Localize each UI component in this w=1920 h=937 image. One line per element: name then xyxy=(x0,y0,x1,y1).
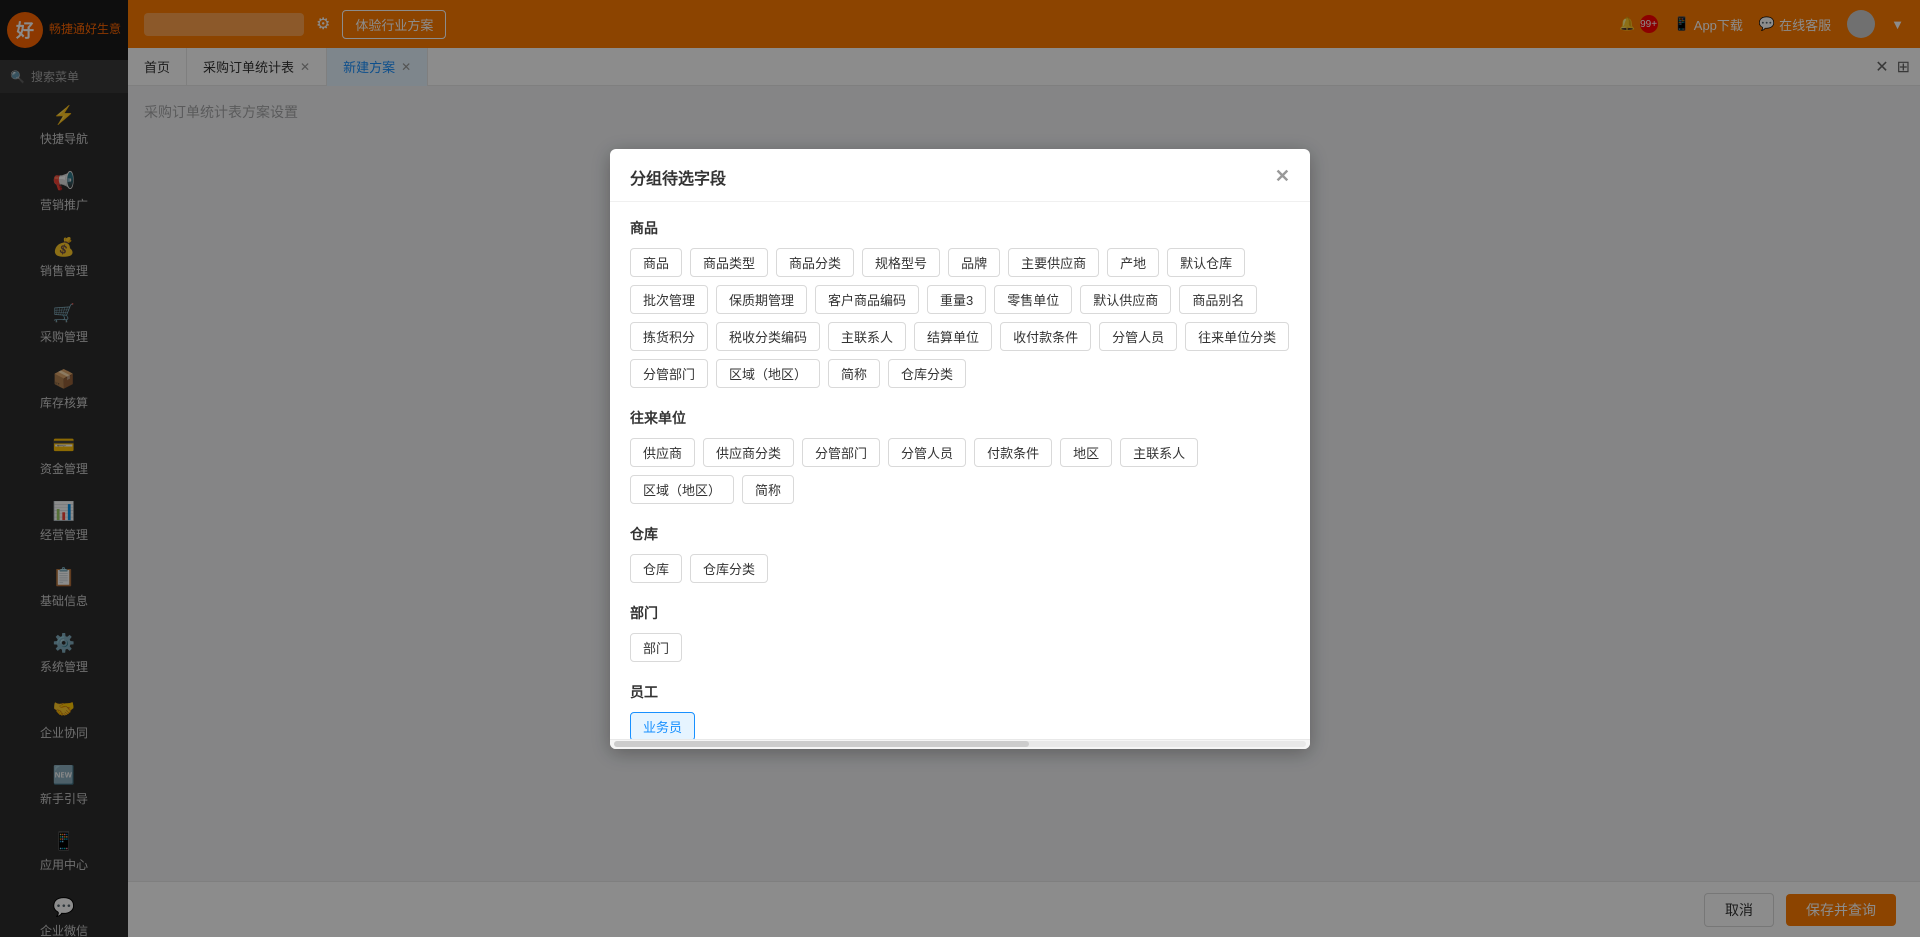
product-fields-grid: 商品 商品类型 商品分类 规格型号 品牌 主要供应商 产地 默认仓库 批次管理 … xyxy=(630,248,1290,388)
field-tag[interactable]: 部门 xyxy=(630,633,682,662)
field-tag[interactable]: 地区 xyxy=(1060,438,1112,467)
section-warehouse: 仓库 仓库 仓库分类 xyxy=(630,524,1290,583)
field-tag[interactable]: 商品别名 xyxy=(1179,285,1257,314)
warehouse-fields-grid: 仓库 仓库分类 xyxy=(630,554,1290,583)
field-tag[interactable]: 分管部门 xyxy=(802,438,880,467)
field-tag[interactable]: 品牌 xyxy=(948,248,1000,277)
field-tag[interactable]: 税收分类编码 xyxy=(716,322,820,351)
field-tag[interactable]: 结算单位 xyxy=(914,322,992,351)
modal-title: 分组待选字段 xyxy=(630,165,726,189)
field-tag[interactable]: 默认供应商 xyxy=(1080,285,1171,314)
field-tag[interactable]: 规格型号 xyxy=(862,248,940,277)
hscroll-thumb xyxy=(614,741,1029,747)
field-tag[interactable]: 默认仓库 xyxy=(1167,248,1245,277)
field-tag[interactable]: 客户商品编码 xyxy=(815,285,919,314)
field-tag[interactable]: 供应商 xyxy=(630,438,695,467)
field-tag[interactable]: 保质期管理 xyxy=(716,285,807,314)
field-tag[interactable]: 仓库分类 xyxy=(690,554,768,583)
field-tag[interactable]: 分管人员 xyxy=(888,438,966,467)
section-partner: 往来单位 供应商 供应商分类 分管部门 分管人员 付款条件 地区 主联系人 区域… xyxy=(630,408,1290,504)
field-tag[interactable]: 主联系人 xyxy=(828,322,906,351)
field-tag[interactable]: 仓库分类 xyxy=(888,359,966,388)
field-tag[interactable]: 拣货积分 xyxy=(630,322,708,351)
section-partner-title: 往来单位 xyxy=(630,408,1290,428)
field-tag[interactable]: 主要供应商 xyxy=(1008,248,1099,277)
field-tag[interactable]: 简称 xyxy=(828,359,880,388)
section-dept: 部门 部门 xyxy=(630,603,1290,662)
field-tag[interactable]: 商品分类 xyxy=(776,248,854,277)
partner-fields-grid: 供应商 供应商分类 分管部门 分管人员 付款条件 地区 主联系人 区域（地区） … xyxy=(630,438,1290,504)
field-tag[interactable]: 重量3 xyxy=(927,285,986,314)
field-tag[interactable]: 区域（地区） xyxy=(716,359,820,388)
section-employee-title: 员工 xyxy=(630,682,1290,702)
field-tag[interactable]: 仓库 xyxy=(630,554,682,583)
field-tag[interactable]: 往来单位分类 xyxy=(1185,322,1289,351)
field-tag[interactable]: 分管人员 xyxy=(1099,322,1177,351)
modal-overlay: 分组待选字段 ✕ 商品 商品 商品类型 商品分类 规格型号 品牌 主要供应商 产… xyxy=(0,0,1920,937)
field-tag[interactable]: 零售单位 xyxy=(994,285,1072,314)
section-dept-title: 部门 xyxy=(630,603,1290,623)
field-tag[interactable]: 分管部门 xyxy=(630,359,708,388)
field-tag[interactable]: 商品 xyxy=(630,248,682,277)
field-tag[interactable]: 简称 xyxy=(742,475,794,504)
field-tag[interactable]: 收付款条件 xyxy=(1000,322,1091,351)
employee-fields-grid: 业务员 xyxy=(630,712,1290,740)
field-tag[interactable]: 商品类型 xyxy=(690,248,768,277)
field-tag[interactable]: 主联系人 xyxy=(1120,438,1198,467)
section-employee: 员工 业务员 xyxy=(630,682,1290,740)
section-warehouse-title: 仓库 xyxy=(630,524,1290,544)
section-product: 商品 商品 商品类型 商品分类 规格型号 品牌 主要供应商 产地 默认仓库 批次… xyxy=(630,218,1290,388)
hscroll-track xyxy=(614,741,1306,747)
field-tag[interactable]: 产地 xyxy=(1107,248,1159,277)
field-tag[interactable]: 批次管理 xyxy=(630,285,708,314)
modal-hscrollbar[interactable] xyxy=(610,739,1310,748)
modal-close-button[interactable]: ✕ xyxy=(1275,166,1290,187)
field-tag-employee[interactable]: 业务员 xyxy=(630,712,695,740)
field-select-modal: 分组待选字段 ✕ 商品 商品 商品类型 商品分类 规格型号 品牌 主要供应商 产… xyxy=(610,149,1310,749)
modal-header: 分组待选字段 ✕ xyxy=(610,149,1310,202)
field-tag[interactable]: 区域（地区） xyxy=(630,475,734,504)
dept-fields-grid: 部门 xyxy=(630,633,1290,662)
field-tag[interactable]: 供应商分类 xyxy=(703,438,794,467)
section-product-title: 商品 xyxy=(630,218,1290,238)
field-tag[interactable]: 付款条件 xyxy=(974,438,1052,467)
modal-body[interactable]: 商品 商品 商品类型 商品分类 规格型号 品牌 主要供应商 产地 默认仓库 批次… xyxy=(610,202,1310,740)
